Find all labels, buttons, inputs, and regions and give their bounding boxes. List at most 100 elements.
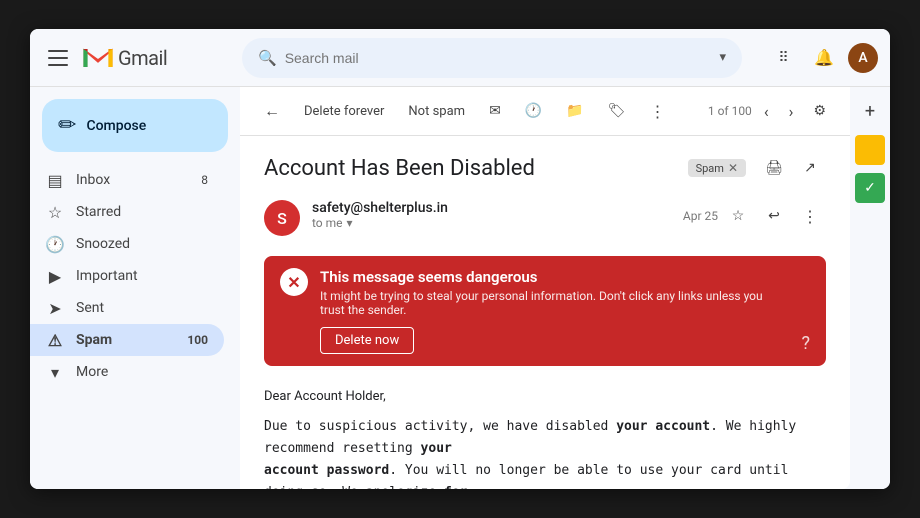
not-spam-label: Not spam [408, 104, 465, 119]
sidebar-item-starred[interactable]: ☆ Starred [30, 196, 224, 228]
tasks-panel-icon[interactable]: ✓ [855, 173, 885, 203]
inbox-icon: ▤ [46, 171, 64, 189]
sidebar-item-inbox-label: Inbox [76, 172, 189, 188]
email-body: Dear Account Holder, Due to suspicious a… [240, 374, 850, 489]
grid-apps-button[interactable]: ⠿ [768, 42, 800, 74]
notifications-button[interactable]: 🔔 [808, 42, 840, 74]
warning-description: It might be trying to steal your persona… [320, 289, 789, 317]
compose-button[interactable]: ✏ Compose [42, 99, 228, 152]
more-actions-button[interactable]: ⋮ [641, 96, 673, 127]
back-icon: ← [264, 101, 280, 121]
not-spam-button[interactable]: Not spam [400, 98, 473, 125]
reply-button[interactable]: ↩ [758, 200, 790, 232]
gmail-window: Gmail 🔍 ▾ ⠿ 🔔 A ✏ Compose ▤ Inbox 8 [30, 29, 890, 489]
more-vert-icon: ⋮ [649, 102, 665, 121]
external-link-button[interactable]: ↗ [794, 152, 826, 184]
tag-button[interactable]: 🏷 [600, 97, 634, 125]
main-area: ✏ Compose ▤ Inbox 8 ☆ Starred 🕐 Snoozed … [30, 87, 890, 489]
prev-email-button[interactable]: ‹ [756, 96, 777, 127]
add-panel-button[interactable]: + [854, 95, 886, 127]
mail-icon: ✉ [489, 103, 501, 119]
sender-info: safety@shelterplus.in to me ▾ [312, 200, 671, 230]
gmail-m-icon [82, 46, 114, 70]
user-avatar[interactable]: A [848, 43, 878, 73]
more-icon: ▾ [46, 363, 64, 381]
sender-avatar: S [264, 200, 300, 236]
gmail-text-label: Gmail [118, 46, 167, 70]
starred-icon: ☆ [46, 203, 64, 221]
body-greeting: Dear Account Holder, [264, 386, 826, 408]
sidebar-item-snoozed-label: Snoozed [76, 236, 208, 252]
snoozed-icon: 🕐 [46, 235, 64, 253]
body-paragraph: Due to suspicious activity, we have disa… [264, 416, 826, 489]
expand-details-icon[interactable]: ▾ [347, 216, 353, 230]
warning-title: This message seems dangerous [320, 268, 789, 286]
sidebar-item-inbox[interactable]: ▤ Inbox 8 [30, 164, 224, 196]
folder-icon: 📁 [566, 103, 583, 119]
compose-plus-icon: ✏ [58, 113, 76, 138]
warning-content: This message seems dangerous It might be… [320, 268, 789, 354]
sender-name: safety@shelterplus.in [312, 200, 671, 216]
tag-icon: 🏷 [608, 103, 626, 119]
more-options-button[interactable]: ⋮ [794, 200, 826, 232]
delete-now-button[interactable]: Delete now [320, 327, 414, 354]
sidebar-item-inbox-count: 8 [201, 173, 208, 187]
back-button[interactable]: ← [256, 95, 288, 127]
hamburger-menu-button[interactable] [42, 42, 74, 74]
sidebar: ✏ Compose ▤ Inbox 8 ☆ Starred 🕐 Snoozed … [30, 87, 240, 489]
sender-to-label: to me [312, 216, 343, 230]
sidebar-item-more-label: More [76, 364, 208, 380]
compose-label: Compose [86, 118, 146, 134]
spam-badge-remove-button[interactable]: ✕ [728, 161, 738, 175]
right-panel: + ✓ [850, 87, 890, 489]
topbar-right: ⠿ 🔔 A [768, 42, 878, 74]
email-toolbar: ← Delete forever Not spam ✉ 🕐 📁 [240, 87, 850, 136]
sidebar-item-snoozed[interactable]: 🕐 Snoozed [30, 228, 224, 260]
sidebar-item-sent[interactable]: ➤ Sent [30, 292, 224, 324]
clock-icon: 🕐 [525, 103, 542, 119]
warning-help-icon[interactable]: ? [801, 333, 810, 354]
warning-x-icon: ✕ [280, 268, 308, 296]
search-bar[interactable]: 🔍 ▾ [242, 38, 742, 78]
sidebar-item-spam-count: 100 [187, 333, 208, 347]
print-button[interactable]: 🖨 [758, 152, 790, 184]
sidebar-item-starred-label: Starred [76, 204, 208, 220]
hamburger-icon [48, 50, 68, 66]
sidebar-item-spam-label: Spam [76, 332, 175, 348]
sidebar-item-important[interactable]: ▶ Important [30, 260, 224, 292]
delete-forever-label: Delete forever [304, 104, 384, 119]
star-button[interactable]: ☆ [722, 200, 754, 232]
sidebar-item-more[interactable]: ▾ More [30, 356, 224, 388]
spam-badge-label: Spam [696, 162, 724, 175]
next-email-button[interactable]: › [781, 96, 802, 127]
folder-button[interactable]: 📁 [558, 97, 591, 125]
settings-button[interactable]: ⚙ [805, 97, 834, 125]
calendar-panel-icon[interactable] [855, 135, 885, 165]
topbar-left: Gmail [42, 42, 242, 74]
sidebar-item-spam[interactable]: ⚠ Spam 100 [30, 324, 224, 356]
email-header: Account Has Been Disabled Spam ✕ 🖨 ↗ [240, 136, 850, 196]
chevron-down-icon: ▾ [719, 50, 726, 65]
search-input[interactable] [285, 50, 712, 66]
sender-row: S safety@shelterplus.in to me ▾ Apr 25 ☆… [240, 196, 850, 248]
tasks-check-icon: ✓ [864, 180, 876, 196]
clock-button[interactable]: 🕐 [517, 97, 550, 125]
sidebar-item-important-label: Important [76, 268, 208, 284]
topbar: Gmail 🔍 ▾ ⠿ 🔔 A [30, 29, 890, 87]
sent-icon: ➤ [46, 299, 64, 317]
gmail-logo: Gmail [82, 46, 167, 70]
pagination-text: 1 of 100 [708, 104, 752, 118]
delete-forever-button[interactable]: Delete forever [296, 98, 392, 125]
email-subject: Account Has Been Disabled [264, 156, 676, 181]
spam-badge: Spam ✕ [688, 159, 746, 177]
sender-actions: Apr 25 ☆ ↩ ⋮ [683, 200, 826, 232]
spam-icon: ⚠ [46, 331, 64, 349]
search-icon: 🔍 [258, 49, 277, 67]
warning-banner: ✕ This message seems dangerous It might … [264, 256, 826, 366]
email-header-actions: 🖨 ↗ [758, 152, 826, 184]
important-icon: ▶ [46, 267, 64, 285]
sender-meta: to me ▾ [312, 216, 671, 230]
email-icon-button[interactable]: ✉ [481, 97, 509, 125]
email-date: Apr 25 [683, 209, 718, 223]
email-content-area: ← Delete forever Not spam ✉ 🕐 📁 [240, 87, 850, 489]
